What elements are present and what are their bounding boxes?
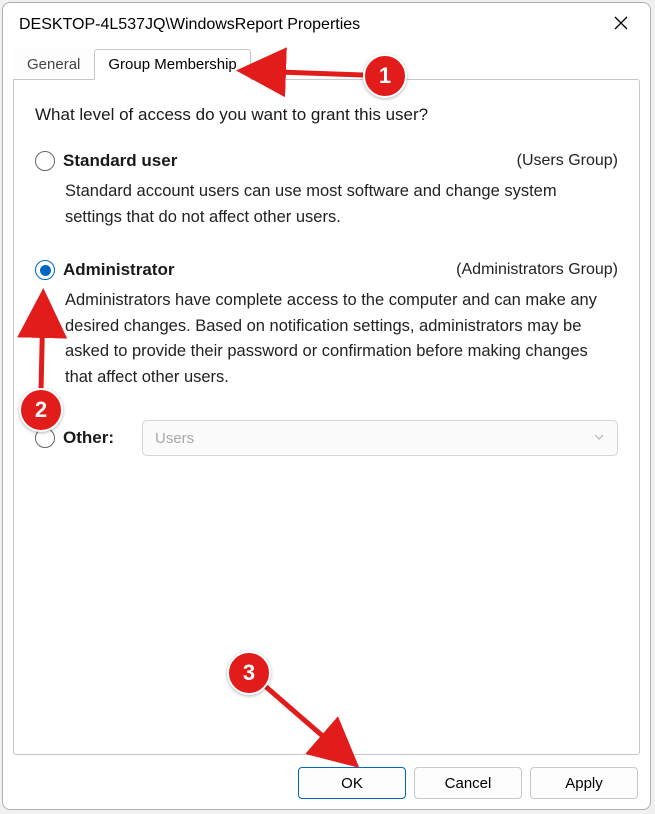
option-other-row: Other: Users	[35, 420, 618, 456]
option-admin-row: Administrator (Administrators Group)	[35, 260, 618, 280]
ok-button[interactable]: OK	[298, 767, 406, 799]
radio-administrator[interactable]: Administrator	[35, 260, 174, 280]
option-admin-desc: Administrators have complete access to t…	[65, 288, 610, 390]
option-standard-group: (Users Group)	[517, 152, 618, 170]
option-standard-row: Standard user (Users Group)	[35, 151, 618, 171]
radio-icon	[35, 151, 55, 171]
titlebar: DESKTOP-4L537JQ\WindowsReport Properties	[3, 3, 650, 47]
window-title: DESKTOP-4L537JQ\WindowsReport Properties	[19, 16, 360, 34]
tab-group-membership[interactable]: Group Membership	[94, 49, 250, 80]
close-button[interactable]	[606, 10, 636, 40]
radio-standard[interactable]: Standard user	[35, 151, 177, 171]
tab-general[interactable]: General	[13, 49, 94, 80]
chevron-down-icon	[593, 431, 605, 446]
properties-dialog: DESKTOP-4L537JQ\WindowsReport Properties…	[2, 2, 651, 810]
option-admin-group: (Administrators Group)	[456, 261, 618, 279]
close-icon	[613, 14, 629, 37]
option-admin-label: Administrator	[63, 260, 174, 280]
dialog-footer: OK Cancel Apply	[298, 767, 638, 799]
apply-button[interactable]: Apply	[530, 767, 638, 799]
radio-icon	[35, 428, 55, 448]
option-standard-label: Standard user	[63, 151, 177, 171]
radio-icon	[35, 260, 55, 280]
option-standard-desc: Standard account users can use most soft…	[65, 179, 610, 230]
radio-other[interactable]: Other:	[35, 428, 114, 448]
other-group-dropdown[interactable]: Users	[142, 420, 618, 456]
cancel-button[interactable]: Cancel	[414, 767, 522, 799]
access-question: What level of access do you want to gran…	[35, 105, 618, 125]
tabstrip: General Group Membership	[3, 47, 650, 79]
option-other-label: Other:	[63, 428, 114, 448]
tab-panel-content: What level of access do you want to gran…	[13, 79, 640, 755]
dropdown-value: Users	[155, 430, 194, 447]
